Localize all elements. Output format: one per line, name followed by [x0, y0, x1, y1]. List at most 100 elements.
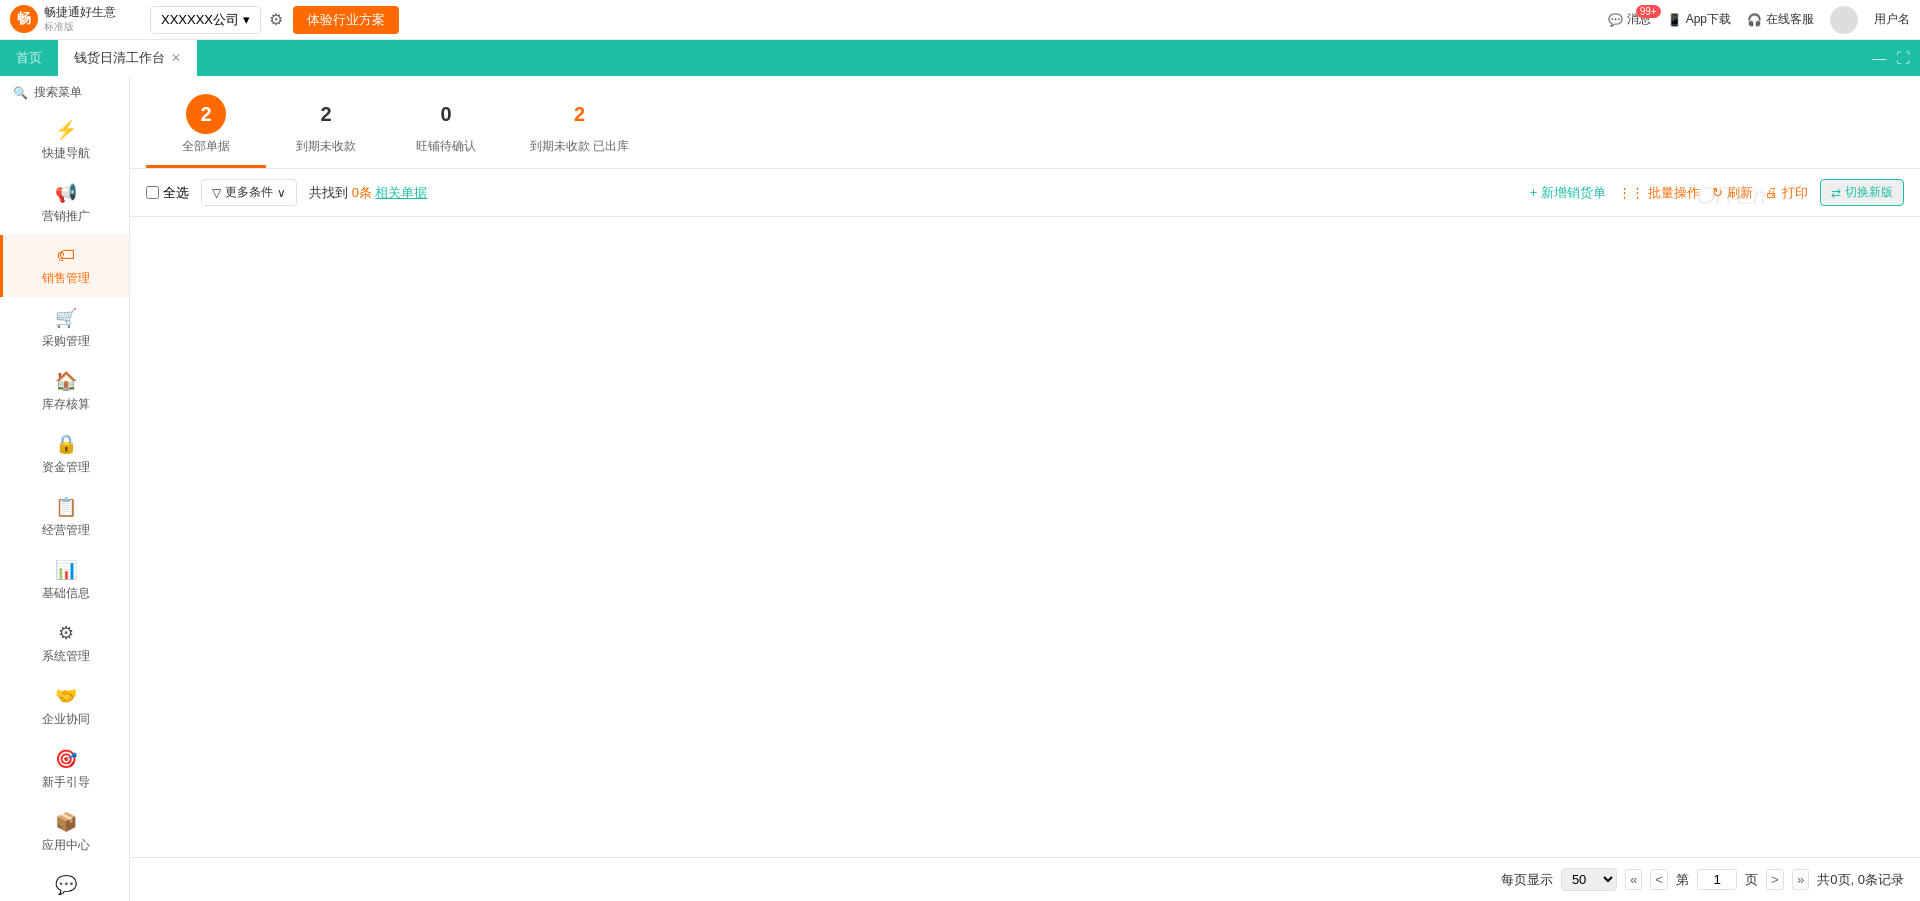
main-layout: 🔍 搜索菜单 ⚡ 快捷导航 📢 营销推广 🏷 销售管理 🛒 采购管理 🏠 库存核… [0, 76, 1920, 901]
sidebar-item-capital[interactable]: 🔒 资金管理 [0, 423, 129, 486]
basic-info-label: 基础信息 [42, 585, 90, 602]
tab-minimize-icon[interactable]: — [1872, 50, 1886, 66]
logo-sub: 标准版 [44, 20, 116, 34]
app-center-label: 应用中心 [42, 837, 90, 854]
operation-icon: 📋 [55, 496, 77, 518]
sidebar-item-weixin[interactable]: 💬 企业微信 [0, 864, 129, 901]
switch-label: 切换新版 [1845, 184, 1893, 201]
sidebar-item-sales[interactable]: 🏷 销售管理 [0, 235, 129, 297]
tab-home-label: 首页 [16, 49, 42, 67]
app-center-icon: 📦 [55, 811, 77, 833]
message-badge: 99+ [1636, 5, 1661, 18]
company-selector[interactable]: XXXXXX公司 ▾ [150, 6, 261, 34]
switch-icon: ⇄ [1831, 186, 1841, 200]
found-count: 0条 [352, 185, 372, 200]
first-page-button[interactable]: « [1625, 869, 1642, 890]
app-download-button[interactable]: 📱 App下载 [1667, 11, 1731, 28]
sidebar-item-basic-info[interactable]: 📊 基础信息 [0, 549, 129, 612]
batch-operation-button[interactable]: ⋮⋮ 批量操作 [1618, 184, 1700, 202]
filter-button[interactable]: ▽ 更多条件 ∨ [201, 179, 297, 206]
tab-home[interactable]: 首页 [0, 40, 58, 76]
switch-version-button[interactable]: ⇄ 切换新版 [1820, 179, 1904, 206]
print-label: 打印 [1782, 184, 1808, 202]
sidebar-item-quick-nav[interactable]: ⚡ 快捷导航 [0, 109, 129, 172]
stat-all-number: 2 [186, 94, 226, 134]
print-icon: 🖨 [1765, 185, 1778, 200]
sidebar-item-guide[interactable]: 🎯 新手引导 [0, 738, 129, 801]
sidebar-item-marketing[interactable]: 📢 营销推广 [0, 172, 129, 235]
inventory-icon: 🏠 [55, 370, 77, 392]
content-area: 2 全部单据 2 到期未收款 0 旺铺待确认 2 到期未收款 已出库 全选 [130, 76, 1920, 901]
tab-workbench[interactable]: 钱货日清工作台 ✕ [58, 40, 197, 76]
filter-icon: ▽ [212, 186, 221, 200]
guide-icon: 🎯 [55, 748, 77, 770]
tab-workbench-label: 钱货日清工作台 [74, 49, 165, 67]
avatar[interactable] [1830, 6, 1858, 34]
chevron-down-icon: ▾ [243, 12, 250, 27]
stat-tab-not-shipped[interactable]: 2 到期未收款 已出库 [506, 86, 653, 168]
filter-label: 更多条件 [225, 184, 273, 201]
found-text: 共找到 0条 相关单据 [309, 184, 427, 202]
batch-label: 批量操作 [1648, 184, 1700, 202]
trial-button[interactable]: 体验行业方案 [293, 6, 399, 34]
refresh-button[interactable]: ↻ 刷新 [1712, 184, 1753, 202]
tab-bar-actions: — ⛶ [1862, 40, 1920, 76]
page-prefix: 第 [1676, 871, 1689, 889]
sidebar: 🔍 搜索菜单 ⚡ 快捷导航 📢 营销推广 🏷 销售管理 🛒 采购管理 🏠 库存核… [0, 76, 130, 901]
sales-icon: 🏷 [57, 245, 75, 266]
stat-tab-pending[interactable]: 0 旺铺待确认 [386, 86, 506, 168]
quick-nav-icon: ⚡ [55, 119, 77, 141]
purchase-icon: 🛒 [55, 307, 77, 329]
user-name: 用户名 [1874, 11, 1910, 28]
select-all-input[interactable] [146, 186, 159, 199]
stat-not-shipped-number: 2 [560, 94, 600, 134]
page-size-label: 每页显示 [1501, 871, 1553, 889]
page-suffix: 页 [1745, 871, 1758, 889]
marketing-icon: 📢 [55, 182, 77, 204]
operation-label: 经营管理 [42, 522, 90, 539]
sidebar-item-operation[interactable]: 📋 经营管理 [0, 486, 129, 549]
stat-pending-number: 0 [426, 94, 466, 134]
logo-area: 畅 畅捷通好生意 标准版 [10, 5, 140, 33]
page-number-input[interactable] [1697, 869, 1737, 890]
marketing-label: 营销推广 [42, 208, 90, 225]
pagination-bar: 每页显示 50 100 200 « < 第 页 > » 共0页, 0条记录 [130, 857, 1920, 901]
prev-page-button[interactable]: < [1650, 869, 1668, 890]
tab-close-icon[interactable]: ✕ [171, 51, 181, 65]
stat-tab-all[interactable]: 2 全部单据 [146, 86, 266, 168]
sidebar-item-app-center[interactable]: 📦 应用中心 [0, 801, 129, 864]
sidebar-item-purchase[interactable]: 🛒 采购管理 [0, 297, 129, 360]
guide-label: 新手引导 [42, 774, 90, 791]
search-icon: 🔍 [13, 86, 28, 100]
toolbar-right: + 新增销货单 ⋮⋮ 批量操作 ↻ 刷新 🖨 打印 ⇄ 切换新版 [1530, 179, 1904, 206]
message-icon: 💬 [1608, 13, 1623, 27]
select-all-checkbox[interactable]: 全选 [146, 184, 189, 202]
stat-all-label: 全部单据 [182, 138, 230, 155]
stats-tabs: 2 全部单据 2 到期未收款 0 旺铺待确认 2 到期未收款 已出库 [130, 76, 1920, 169]
stat-tab-overdue[interactable]: 2 到期未收款 [266, 86, 386, 168]
stat-overdue-label: 到期未收款 [296, 138, 356, 155]
message-button[interactable]: 💬 消息 99+ [1608, 11, 1651, 28]
tab-bar: 首页 钱货日清工作台 ✕ — ⛶ [0, 40, 1920, 76]
stat-pending-label: 旺铺待确认 [416, 138, 476, 155]
enterprise-icon: 🤝 [55, 685, 77, 707]
sidebar-item-sys-mgmt[interactable]: ⚙ 系统管理 [0, 612, 129, 675]
sidebar-search-label: 搜索菜单 [34, 84, 82, 101]
sidebar-search[interactable]: 🔍 搜索菜单 [0, 76, 129, 109]
settings-icon[interactable]: ⚙ [269, 10, 283, 29]
sidebar-item-enterprise[interactable]: 🤝 企业协同 [0, 675, 129, 738]
sales-label: 销售管理 [42, 270, 90, 287]
filter-chevron: ∨ [277, 186, 286, 200]
tab-expand-icon[interactable]: ⛶ [1896, 50, 1910, 66]
related-link[interactable]: 相关单据 [375, 185, 427, 200]
last-page-button[interactable]: » [1792, 869, 1809, 890]
print-button[interactable]: 🖨 打印 [1765, 184, 1808, 202]
next-page-button[interactable]: > [1766, 869, 1784, 890]
add-sales-order-button[interactable]: + 新增销货单 [1530, 184, 1606, 202]
online-service-button[interactable]: 🎧 在线客服 [1747, 11, 1814, 28]
select-all-label: 全选 [163, 184, 189, 202]
page-size-select[interactable]: 50 100 200 [1561, 868, 1617, 891]
basic-info-icon: 📊 [55, 559, 77, 581]
sidebar-item-inventory[interactable]: 🏠 库存核算 [0, 360, 129, 423]
company-name: XXXXXX公司 [161, 11, 239, 29]
